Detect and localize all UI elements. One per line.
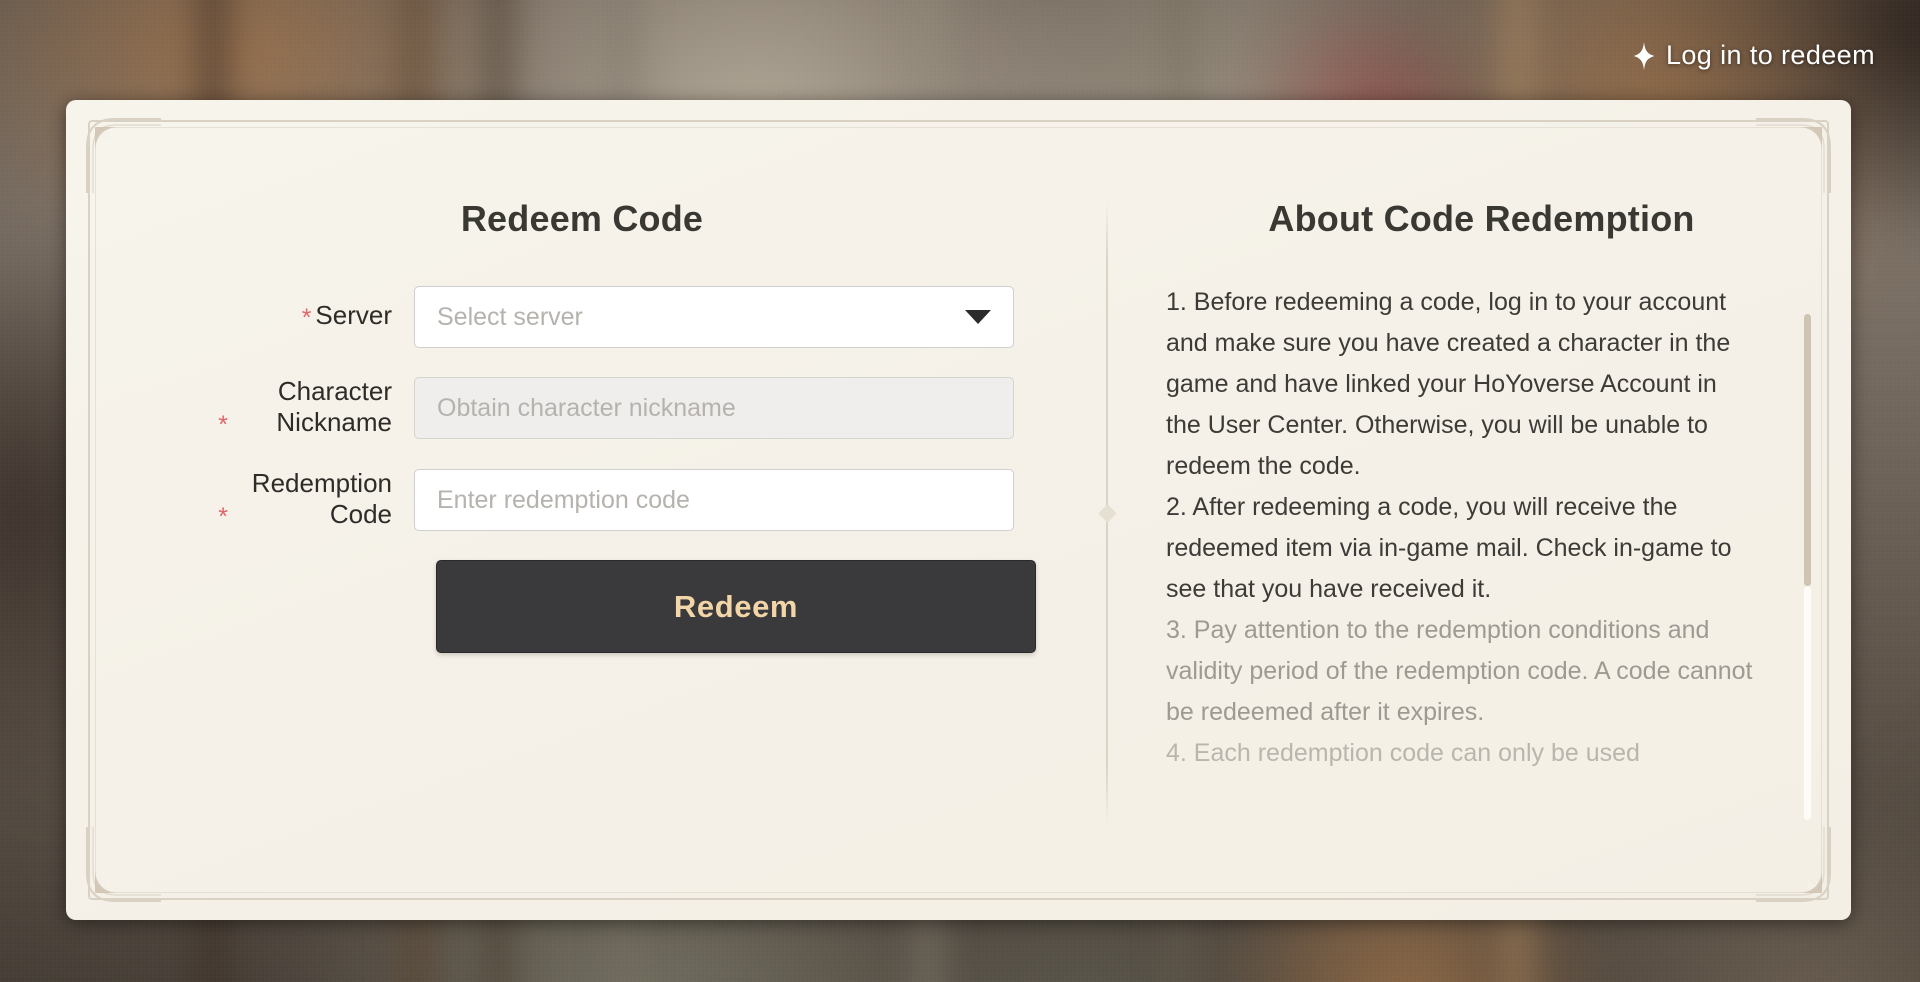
redeem-form-pane: Redeem Code * Server Select server *Chara… [66, 100, 1106, 920]
redemption-notes-list: 1. Before redeeming a code, log in to yo… [1166, 282, 1755, 774]
about-redemption-pane: About Code Redemption 1. Before redeemin… [1108, 100, 1851, 920]
redemption-code-label-text: Redemption Code [251, 468, 392, 529]
note-item: 3. Pay attention to the redemption condi… [1166, 616, 1753, 726]
character-nickname-label-text: Character Nickname [276, 376, 392, 437]
chevron-down-icon [965, 310, 991, 324]
notes-scrollbar[interactable] [1804, 314, 1811, 820]
form-row-server: * Server Select server [186, 286, 1106, 348]
required-asterisk: * [218, 410, 228, 439]
login-to-redeem-link[interactable]: Log in to redeem [1633, 40, 1875, 71]
character-nickname-placeholder: Obtain character nickname [437, 393, 736, 422]
redeem-button-label: Redeem [673, 588, 799, 624]
redeem-form: * Server Select server *Character Nicknam… [66, 286, 1106, 654]
redemption-notes-viewport: 1. Before redeeming a code, log in to yo… [1166, 282, 1755, 782]
form-row-redemption-code: * Redemption Code Enter redemption code [186, 468, 1106, 532]
server-label-text: Server [315, 300, 392, 331]
login-link-label: Log in to redeem [1665, 40, 1875, 70]
required-asterisk: * [218, 502, 228, 531]
server-select-placeholder: Select server [437, 302, 583, 331]
character-nickname-input[interactable]: Obtain character nickname [414, 377, 1014, 440]
sparkle-icon [1633, 41, 1655, 70]
redeem-card: Redeem Code * Server Select server *Chara… [66, 100, 1851, 920]
notes-scrollbar-track-lower [1804, 586, 1811, 820]
server-select[interactable]: Select server [414, 286, 1014, 348]
form-row-character-nickname: * Character Nickname Obtain character nic… [186, 376, 1106, 440]
note-item: 4. Each redemption code can only be used [1166, 739, 1640, 767]
required-asterisk: * [301, 304, 312, 333]
server-label: * Server [186, 300, 414, 334]
notes-scrollbar-thumb[interactable] [1804, 314, 1811, 586]
note-item: 2. After redeeming a code, you will rece… [1166, 493, 1732, 603]
note-item: 1. Before redeeming a code, log in to yo… [1166, 288, 1731, 480]
redemption-code-input[interactable]: Enter redemption code [414, 469, 1014, 532]
redeem-button[interactable]: Redeem [436, 560, 1036, 654]
about-code-redemption-title: About Code Redemption [1268, 198, 1695, 239]
character-nickname-label: * Character Nickname [186, 376, 414, 440]
redemption-code-label: * Redemption Code [186, 468, 414, 532]
redemption-code-placeholder: Enter redemption code [437, 485, 690, 514]
redeem-code-title: Redeem Code [460, 198, 704, 239]
